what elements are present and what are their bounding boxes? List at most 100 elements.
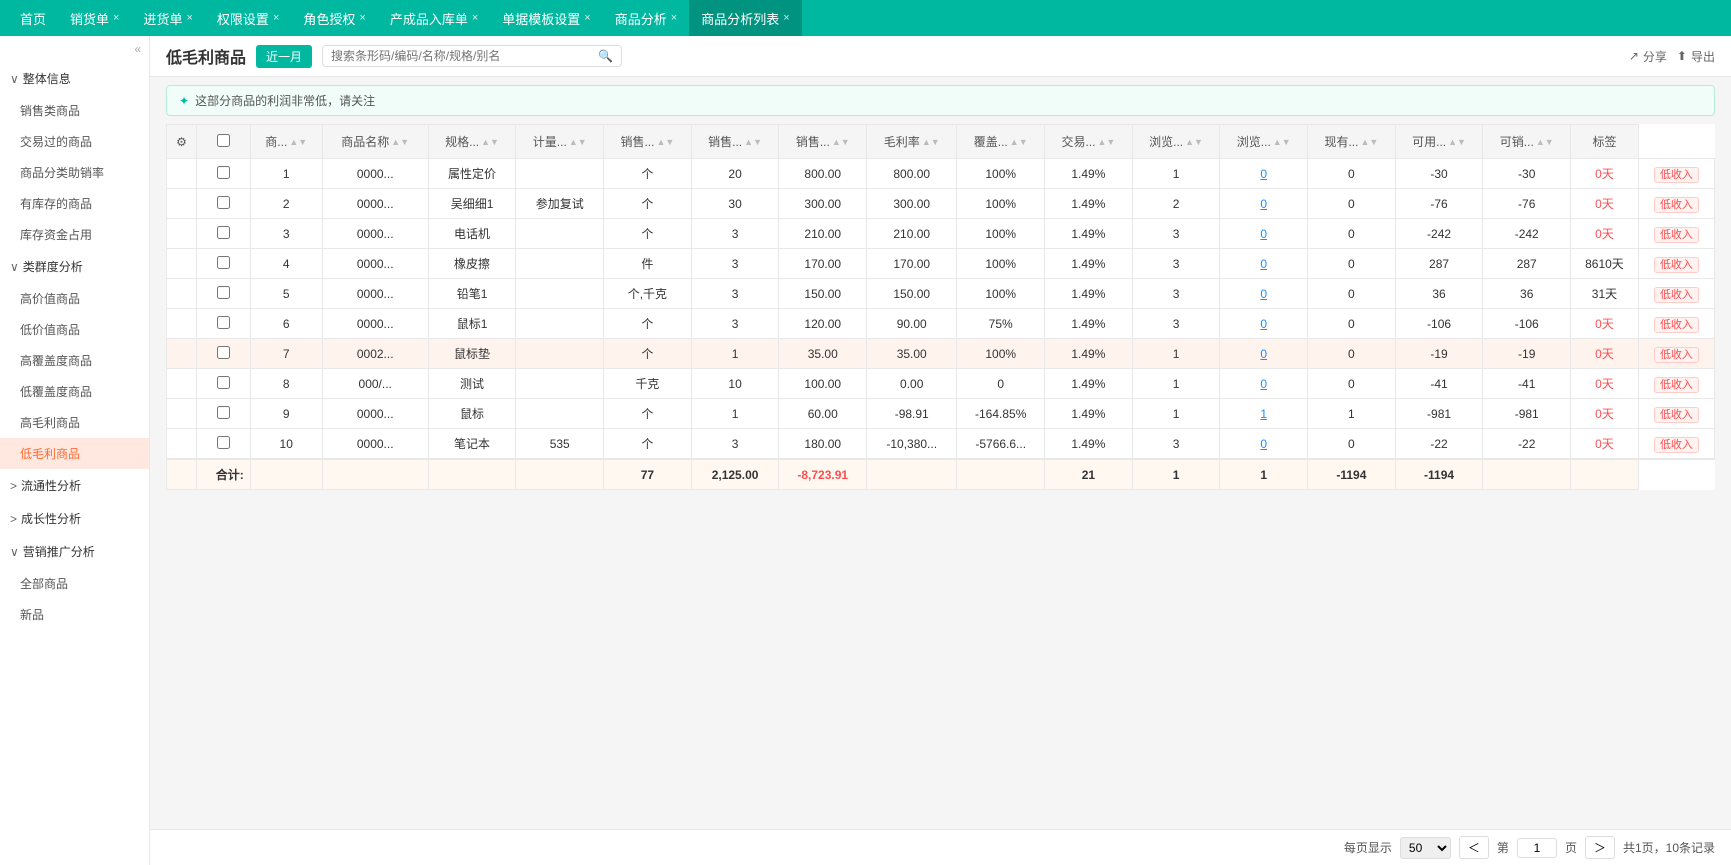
row-current-stock: -30 bbox=[1395, 159, 1483, 189]
nav-close-icon[interactable]: × bbox=[783, 12, 789, 24]
sidebar-group-类群度分析[interactable]: ∨类群度分析 bbox=[0, 250, 149, 283]
row-browse1[interactable]: 0 bbox=[1220, 369, 1308, 399]
nav-close-icon[interactable]: × bbox=[584, 12, 590, 24]
row-checkbox-cell[interactable] bbox=[197, 309, 251, 339]
row-checkbox-cell[interactable] bbox=[197, 429, 251, 460]
row-checkbox-cell[interactable] bbox=[197, 189, 251, 219]
row-browse1[interactable]: 0 bbox=[1220, 189, 1308, 219]
row-checkbox[interactable] bbox=[217, 346, 230, 359]
sidebar-item-高价值商品[interactable]: 高价值商品 bbox=[0, 283, 149, 314]
row-checkbox-cell[interactable] bbox=[197, 249, 251, 279]
row-sale-amount: 210.00 bbox=[867, 219, 957, 249]
row-browse2: 0 bbox=[1308, 339, 1396, 369]
row-checkbox-cell[interactable] bbox=[197, 399, 251, 429]
table-row: 9 0000... 鼠标 个 1 60.00 -98.91 -164.85% 1… bbox=[167, 399, 1715, 429]
time-filter-button[interactable]: 近一月 bbox=[256, 45, 312, 68]
row-trade-count: 3 bbox=[1132, 219, 1220, 249]
col-settings[interactable]: ⚙ bbox=[167, 125, 197, 159]
row-browse1[interactable]: 0 bbox=[1220, 309, 1308, 339]
row-current-stock: 36 bbox=[1395, 279, 1483, 309]
nav-item-商品分析列表[interactable]: 商品分析列表× bbox=[689, 0, 801, 36]
nav-item-产成品入库单[interactable]: 产成品入库单× bbox=[378, 0, 490, 36]
row-browse1[interactable]: 1 bbox=[1220, 399, 1308, 429]
nav-close-icon[interactable]: × bbox=[113, 12, 119, 24]
nav-close-icon[interactable]: × bbox=[671, 12, 677, 24]
sidebar-item-销售类商品[interactable]: 销售类商品 bbox=[0, 95, 149, 126]
row-browse1[interactable]: 0 bbox=[1220, 279, 1308, 309]
sidebar-item-高覆盖度商品[interactable]: 高覆盖度商品 bbox=[0, 345, 149, 376]
sidebar-item-新品[interactable]: 新品 bbox=[0, 599, 149, 630]
nav-close-icon[interactable]: × bbox=[472, 12, 478, 24]
row-checkbox-cell[interactable] bbox=[197, 219, 251, 249]
share-button[interactable]: ↗ 分享 bbox=[1629, 48, 1667, 65]
export-button[interactable]: ⬆ 导出 bbox=[1677, 48, 1715, 65]
sidebar-group-流通性分析[interactable]: >流通性分析 bbox=[0, 469, 149, 502]
sidebar-item-高毛利商品[interactable]: 高毛利商品 bbox=[0, 407, 149, 438]
row-trade-count: 1 bbox=[1132, 399, 1220, 429]
row-checkbox[interactable] bbox=[217, 286, 230, 299]
total-empty-unit bbox=[516, 459, 604, 490]
sidebar-group-成长性分析[interactable]: >成长性分析 bbox=[0, 502, 149, 535]
row-checkbox[interactable] bbox=[217, 436, 230, 449]
row-sale-qty: 1 bbox=[691, 339, 779, 369]
search-icon[interactable]: 🔍 bbox=[598, 49, 613, 63]
page-input[interactable] bbox=[1517, 838, 1557, 858]
row-browse1[interactable]: 0 bbox=[1220, 159, 1308, 189]
row-checkbox[interactable] bbox=[217, 256, 230, 269]
nav-item-进货单[interactable]: 进货单× bbox=[131, 0, 204, 36]
nav-item-权限设置[interactable]: 权限设置× bbox=[205, 0, 291, 36]
nav-close-icon[interactable]: × bbox=[359, 12, 365, 24]
row-checkbox[interactable] bbox=[217, 226, 230, 239]
sidebar-item-交易过的商品[interactable]: 交易过的商品 bbox=[0, 126, 149, 157]
select-all-checkbox[interactable] bbox=[217, 134, 230, 147]
col-current-stock: 现有...▲▼ bbox=[1308, 125, 1396, 159]
search-input[interactable] bbox=[331, 49, 598, 63]
row-checkbox[interactable] bbox=[217, 196, 230, 209]
nav-item-单据模板设置[interactable]: 单据模板设置× bbox=[490, 0, 602, 36]
row-browse1[interactable]: 0 bbox=[1220, 429, 1308, 460]
row-checkbox-cell[interactable] bbox=[197, 279, 251, 309]
row-checkbox-cell[interactable] bbox=[197, 339, 251, 369]
row-checkbox[interactable] bbox=[217, 376, 230, 389]
next-page-button[interactable]: ＞ bbox=[1585, 836, 1615, 859]
row-browse1[interactable]: 0 bbox=[1220, 339, 1308, 369]
row-checkbox[interactable] bbox=[217, 406, 230, 419]
nav-item-销货单[interactable]: 销货单× bbox=[58, 0, 131, 36]
sidebar-item-低价值商品[interactable]: 低价值商品 bbox=[0, 314, 149, 345]
row-checkbox[interactable] bbox=[217, 316, 230, 329]
sidebar-group-整体信息[interactable]: ∨整体信息 bbox=[0, 62, 149, 95]
sidebar-item-商品分类助销率[interactable]: 商品分类助销率 bbox=[0, 157, 149, 188]
sidebar-collapse-btn[interactable]: « bbox=[0, 36, 149, 62]
row-available: -41 bbox=[1483, 369, 1571, 399]
nav-close-icon[interactable]: × bbox=[186, 12, 192, 24]
row-checkbox-cell[interactable] bbox=[197, 369, 251, 399]
row-settings bbox=[167, 399, 197, 429]
row-checkbox-cell[interactable] bbox=[197, 159, 251, 189]
nav-close-icon[interactable]: × bbox=[273, 12, 279, 24]
row-cover-rate: 1.49% bbox=[1045, 219, 1133, 249]
sidebar-item-全部商品[interactable]: 全部商品 bbox=[0, 568, 149, 599]
table-row: 6 0000... 鼠标1 个 3 120.00 90.00 75% 1.49%… bbox=[167, 309, 1715, 339]
sidebar-item-低覆盖度商品[interactable]: 低覆盖度商品 bbox=[0, 376, 149, 407]
nav-item-商品分析[interactable]: 商品分析× bbox=[603, 0, 689, 36]
row-unit: 个 bbox=[604, 219, 692, 249]
sidebar-group-营销推广分析[interactable]: ∨营销推广分析 bbox=[0, 535, 149, 568]
col-checkbox-all[interactable] bbox=[197, 125, 251, 159]
prev-page-button[interactable]: ＜ bbox=[1459, 836, 1489, 859]
nav-item-首页[interactable]: 首页 bbox=[8, 0, 58, 36]
per-page-select[interactable]: 50 100 200 bbox=[1400, 837, 1451, 859]
sidebar-item-有库存的商品[interactable]: 有库存的商品 bbox=[0, 188, 149, 219]
row-checkbox[interactable] bbox=[217, 166, 230, 179]
row-num: 5 bbox=[250, 279, 322, 309]
row-trade-count: 3 bbox=[1132, 429, 1220, 460]
row-saleable: 0天 bbox=[1571, 369, 1639, 399]
row-browse1[interactable]: 0 bbox=[1220, 249, 1308, 279]
nav-item-角色授权[interactable]: 角色授权× bbox=[291, 0, 377, 36]
sidebar-item-库存资金占用[interactable]: 库存资金占用 bbox=[0, 219, 149, 250]
row-browse1[interactable]: 0 bbox=[1220, 219, 1308, 249]
table-row: 8 000/... 测试 千克 10 100.00 0.00 0 1.49% 1… bbox=[167, 369, 1715, 399]
content-area: 低毛利商品 近一月 🔍 ↗ 分享 ⬆ 导出 ✦ 这部分商品的利润非常低，请关注 bbox=[150, 36, 1731, 865]
row-sale-price: 800.00 bbox=[779, 159, 867, 189]
sidebar-item-低毛利商品[interactable]: 低毛利商品 bbox=[0, 438, 149, 469]
col-name: 商品名称▲▼ bbox=[322, 125, 428, 159]
